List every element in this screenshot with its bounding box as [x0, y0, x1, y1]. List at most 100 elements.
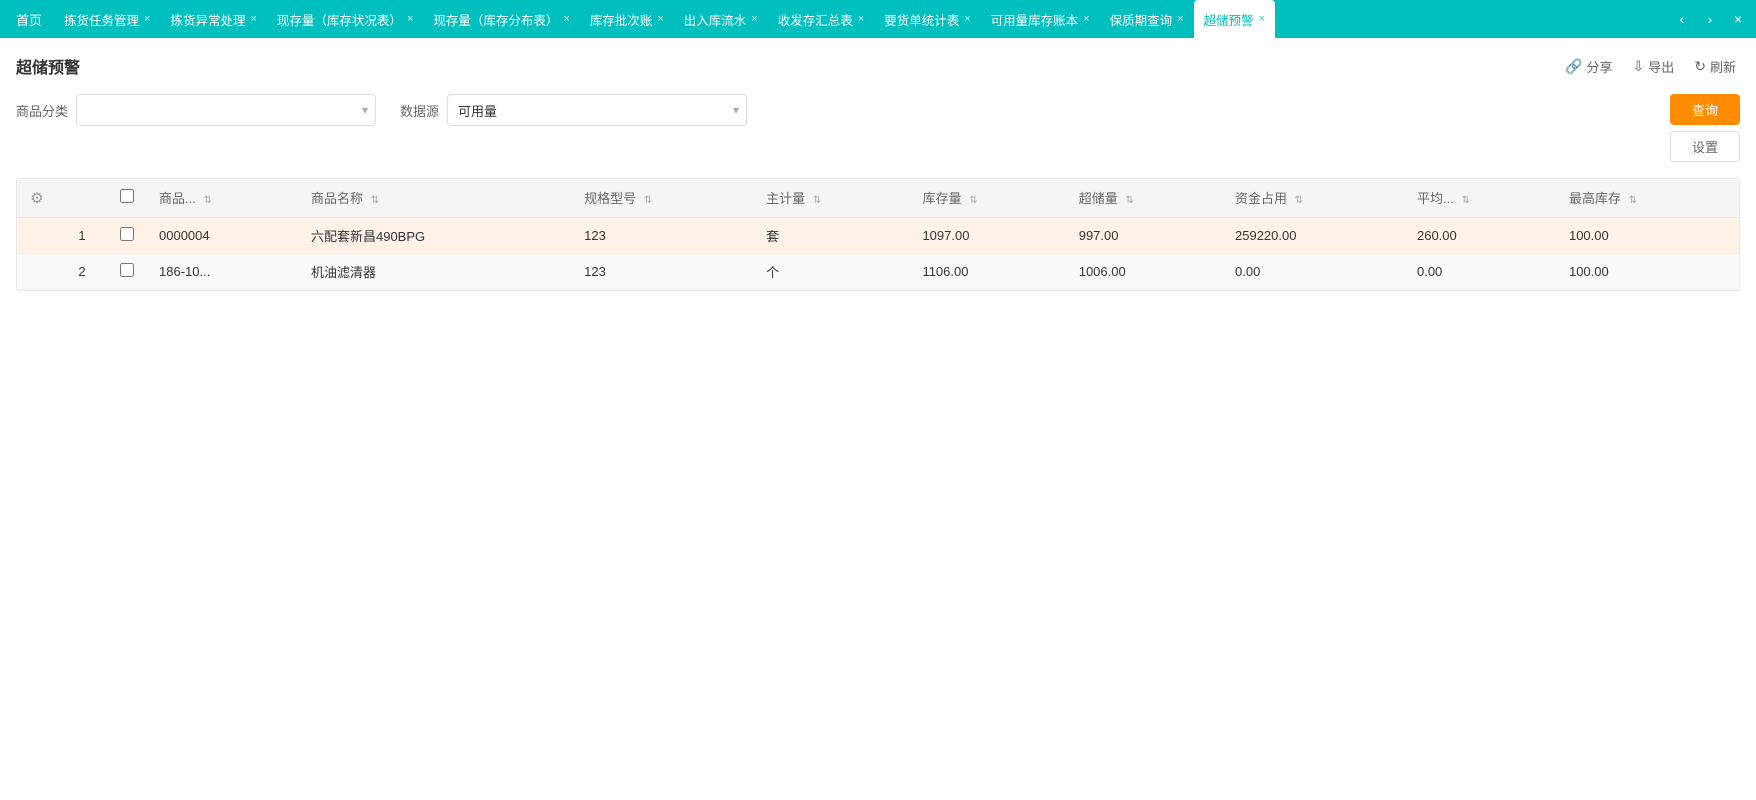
tab-11[interactable]: 超储预警 × [1194, 0, 1275, 38]
tab-close-4[interactable]: × [563, 13, 569, 25]
row-spec-1: 123 [572, 253, 754, 289]
row-select-0[interactable] [120, 227, 134, 241]
tab-2[interactable]: 拣货异常处理 × [160, 0, 266, 38]
header-actions: 🔗 分享 ⇩ 导出 ↻ 刷新 [1561, 55, 1740, 78]
row-num-0: 1 [57, 217, 107, 253]
sort-capital-icon: ⇅ [1295, 195, 1303, 206]
datasource-label: 数据源 [400, 101, 439, 120]
refresh-button[interactable]: ↻ 刷新 [1690, 55, 1740, 78]
sort-stock-icon: ⇅ [969, 195, 977, 206]
datasource-filter: 数据源 ▾ [400, 94, 747, 126]
row-name-1: 机油滤清器 [299, 253, 572, 289]
data-table: ⚙ 商品... ⇅ 商品名称 ⇅ 规格型号 [16, 178, 1740, 291]
tab-close-5[interactable]: × [657, 13, 663, 25]
tab-close-7[interactable]: × [858, 13, 864, 25]
col-header-avg[interactable]: 平均... ⇅ [1405, 179, 1557, 217]
row-avg-0: 260.00 [1405, 217, 1557, 253]
datasource-input[interactable] [447, 94, 747, 126]
category-input[interactable] [76, 94, 376, 126]
table-row[interactable]: 1 0000004 六配套新昌490BPG 123 套 1097.00 997.… [17, 217, 1739, 253]
settings-gear-icon[interactable]: ⚙ [30, 190, 43, 207]
query-button[interactable]: 查询 [1670, 94, 1740, 125]
tab-1[interactable]: 拣货任务管理 × [54, 0, 160, 38]
sort-max-stock-icon: ⇅ [1629, 195, 1637, 206]
tab-6[interactable]: 出入库流水 × [674, 0, 768, 38]
filter-buttons: 查询 设置 [1670, 94, 1740, 162]
row-code-0: 0000004 [147, 217, 299, 253]
tab-close-10[interactable]: × [1177, 13, 1183, 25]
settings-button[interactable]: 设置 [1670, 131, 1740, 162]
export-button[interactable]: ⇩ 导出 [1629, 55, 1679, 78]
row-name-0: 六配套新昌490BPG [299, 217, 572, 253]
col-header-code[interactable]: 商品... ⇅ [147, 179, 299, 217]
row-checkbox-1[interactable] [107, 253, 147, 289]
sort-avg-icon: ⇅ [1461, 195, 1469, 206]
nav-close-arrow[interactable]: × [1724, 0, 1752, 38]
tab-9[interactable]: 可用量库存账本 × [981, 0, 1100, 38]
row-max-stock-1: 100.00 [1557, 253, 1739, 289]
row-stock-1: 1106.00 [910, 253, 1066, 289]
col-header-settings[interactable]: ⚙ [17, 179, 57, 217]
row-max-stock-0: 100.00 [1557, 217, 1739, 253]
row-checkbox-0[interactable] [107, 217, 147, 253]
table-row[interactable]: 2 186-10... 机油滤清器 123 个 1106.00 1006.00 … [17, 253, 1739, 289]
row-settings-1 [17, 253, 57, 289]
tab-close-3[interactable]: × [407, 13, 413, 25]
share-icon: 🔗 [1565, 58, 1582, 75]
row-select-1[interactable] [120, 263, 134, 277]
col-header-stock[interactable]: 库存量 ⇅ [910, 179, 1066, 217]
category-select-wrapper: ▾ [76, 94, 376, 126]
tab-close-2[interactable]: × [250, 13, 256, 25]
category-label: 商品分类 [16, 101, 68, 120]
row-stock-0: 1097.00 [910, 217, 1066, 253]
sort-spec-icon: ⇅ [644, 195, 652, 206]
tab-4[interactable]: 现存量（库存分布表） × [423, 0, 579, 38]
tab-10[interactable]: 保质期查询 × [1100, 0, 1194, 38]
tab-7[interactable]: 收发存汇总表 × [768, 0, 874, 38]
nav-right-arrow[interactable]: › [1696, 0, 1724, 38]
tab-5[interactable]: 库存批次账 × [580, 0, 674, 38]
row-unit-1: 个 [754, 253, 910, 289]
row-settings-0 [17, 217, 57, 253]
tab-close-6[interactable]: × [751, 13, 757, 25]
row-spec-0: 123 [572, 217, 754, 253]
col-header-unit[interactable]: 主计量 ⇅ [754, 179, 910, 217]
sort-overflow-icon: ⇅ [1125, 195, 1133, 206]
nav-arrows: ‹ › × [1668, 0, 1752, 38]
sort-name-icon: ⇅ [371, 195, 379, 206]
page-content: 超储预警 🔗 分享 ⇩ 导出 ↻ 刷新 商品分类 ▾ [0, 38, 1756, 800]
col-header-name[interactable]: 商品名称 ⇅ [299, 179, 572, 217]
share-button[interactable]: 🔗 分享 [1561, 55, 1616, 78]
nav-home[interactable]: 首页 [4, 10, 54, 29]
tab-3[interactable]: 现存量（库存状况表） × [267, 0, 423, 38]
export-icon: ⇩ [1633, 58, 1645, 75]
page-header: 超储预警 🔗 分享 ⇩ 导出 ↻ 刷新 [16, 54, 1740, 78]
row-num-1: 2 [57, 253, 107, 289]
col-header-overflow[interactable]: 超储量 ⇅ [1067, 179, 1223, 217]
tab-close-8[interactable]: × [964, 13, 970, 25]
table-header-row: ⚙ 商品... ⇅ 商品名称 ⇅ 规格型号 [17, 179, 1739, 217]
sort-unit-icon: ⇅ [813, 195, 821, 206]
nav-bar: 首页 拣货任务管理 × 拣货异常处理 × 现存量（库存状况表） × 现存量（库存… [0, 0, 1756, 38]
tab-close-9[interactable]: × [1083, 13, 1089, 25]
filter-area: 商品分类 ▾ 数据源 ▾ 查询 设置 [16, 94, 1740, 162]
row-overflow-0: 997.00 [1067, 217, 1223, 253]
row-avg-1: 0.00 [1405, 253, 1557, 289]
row-code-1: 186-10... [147, 253, 299, 289]
tab-close-1[interactable]: × [144, 13, 150, 25]
page-title: 超储预警 [16, 54, 80, 78]
refresh-icon: ↻ [1694, 58, 1706, 75]
col-header-max-stock[interactable]: 最高库存 ⇅ [1557, 179, 1739, 217]
col-header-checkbox[interactable] [107, 179, 147, 217]
col-header-capital[interactable]: 资金占用 ⇅ [1223, 179, 1405, 217]
col-header-num [57, 179, 107, 217]
row-unit-0: 套 [754, 217, 910, 253]
row-capital-0: 259220.00 [1223, 217, 1405, 253]
row-capital-1: 0.00 [1223, 253, 1405, 289]
nav-left-arrow[interactable]: ‹ [1668, 0, 1696, 38]
tab-8[interactable]: 要货单统计表 × [874, 0, 980, 38]
tab-close-11[interactable]: × [1259, 13, 1265, 25]
col-header-spec[interactable]: 规格型号 ⇅ [572, 179, 754, 217]
select-all-checkbox[interactable] [120, 189, 134, 203]
datasource-select-wrapper: ▾ [447, 94, 747, 126]
